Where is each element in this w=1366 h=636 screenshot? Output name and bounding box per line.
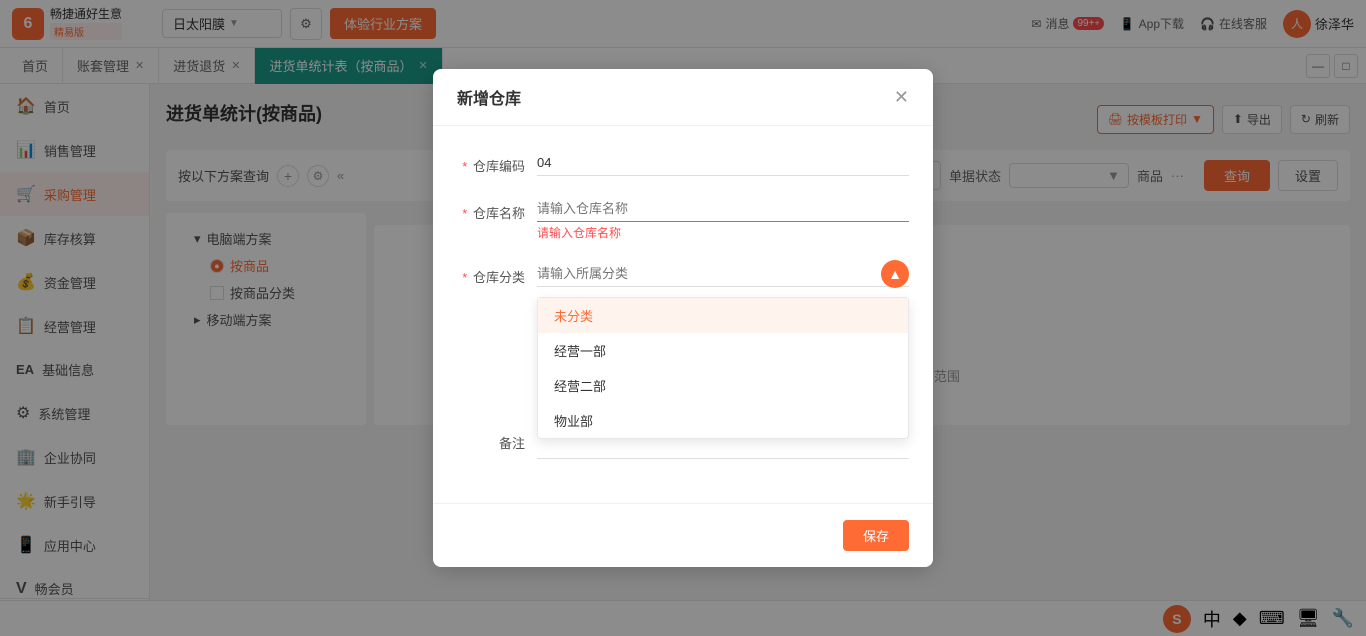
modal-header: 新增仓库 ✕: [433, 69, 933, 126]
dropdown-option-dept2[interactable]: 经营二部: [538, 368, 908, 403]
dropdown-option-dept3[interactable]: 物业部: [538, 403, 908, 438]
modal-body: * 仓库编码 * 仓库名称 请输入仓库名称 *: [433, 126, 933, 503]
category-input[interactable]: [537, 261, 909, 287]
category-dropdown-toggle[interactable]: ▲: [881, 260, 909, 288]
form-row-name: * 仓库名称 请输入仓库名称: [457, 196, 909, 241]
modal-title: 新增仓库: [457, 85, 521, 109]
name-error-message: 请输入仓库名称: [537, 224, 621, 241]
warehouse-code-input[interactable]: [537, 150, 909, 176]
add-warehouse-modal: 新增仓库 ✕ * 仓库编码 * 仓库名称: [433, 69, 933, 567]
warehouse-name-input[interactable]: [537, 196, 909, 222]
required-star-name: *: [462, 206, 467, 221]
required-star-cat: *: [462, 270, 467, 285]
form-row-code: * 仓库编码: [457, 150, 909, 176]
required-star: *: [462, 159, 467, 174]
dropdown-option-dept1[interactable]: 经营一部: [538, 333, 908, 368]
form-row-category: * 仓库分类 ▲ 未分类 经营一部 经营二部 物业部: [457, 261, 909, 287]
modal-footer: 保存: [433, 503, 933, 567]
modal-overlay: 新增仓库 ✕ * 仓库编码 * 仓库名称: [0, 0, 1366, 636]
category-input-wrapper: ▲: [537, 261, 909, 287]
dropdown-option-uncategorized[interactable]: 未分类: [538, 298, 908, 333]
code-label: * 仓库编码: [457, 150, 537, 175]
name-label: * 仓库名称: [457, 197, 537, 222]
save-button[interactable]: 保存: [843, 520, 909, 551]
category-dropdown-list: 未分类 经营一部 经营二部 物业部: [537, 297, 909, 439]
category-label: * 仓库分类: [457, 261, 537, 286]
modal-close-button[interactable]: ✕: [894, 87, 909, 108]
chevron-up-icon: ▲: [888, 266, 902, 282]
remark-label: 备注: [457, 427, 537, 452]
